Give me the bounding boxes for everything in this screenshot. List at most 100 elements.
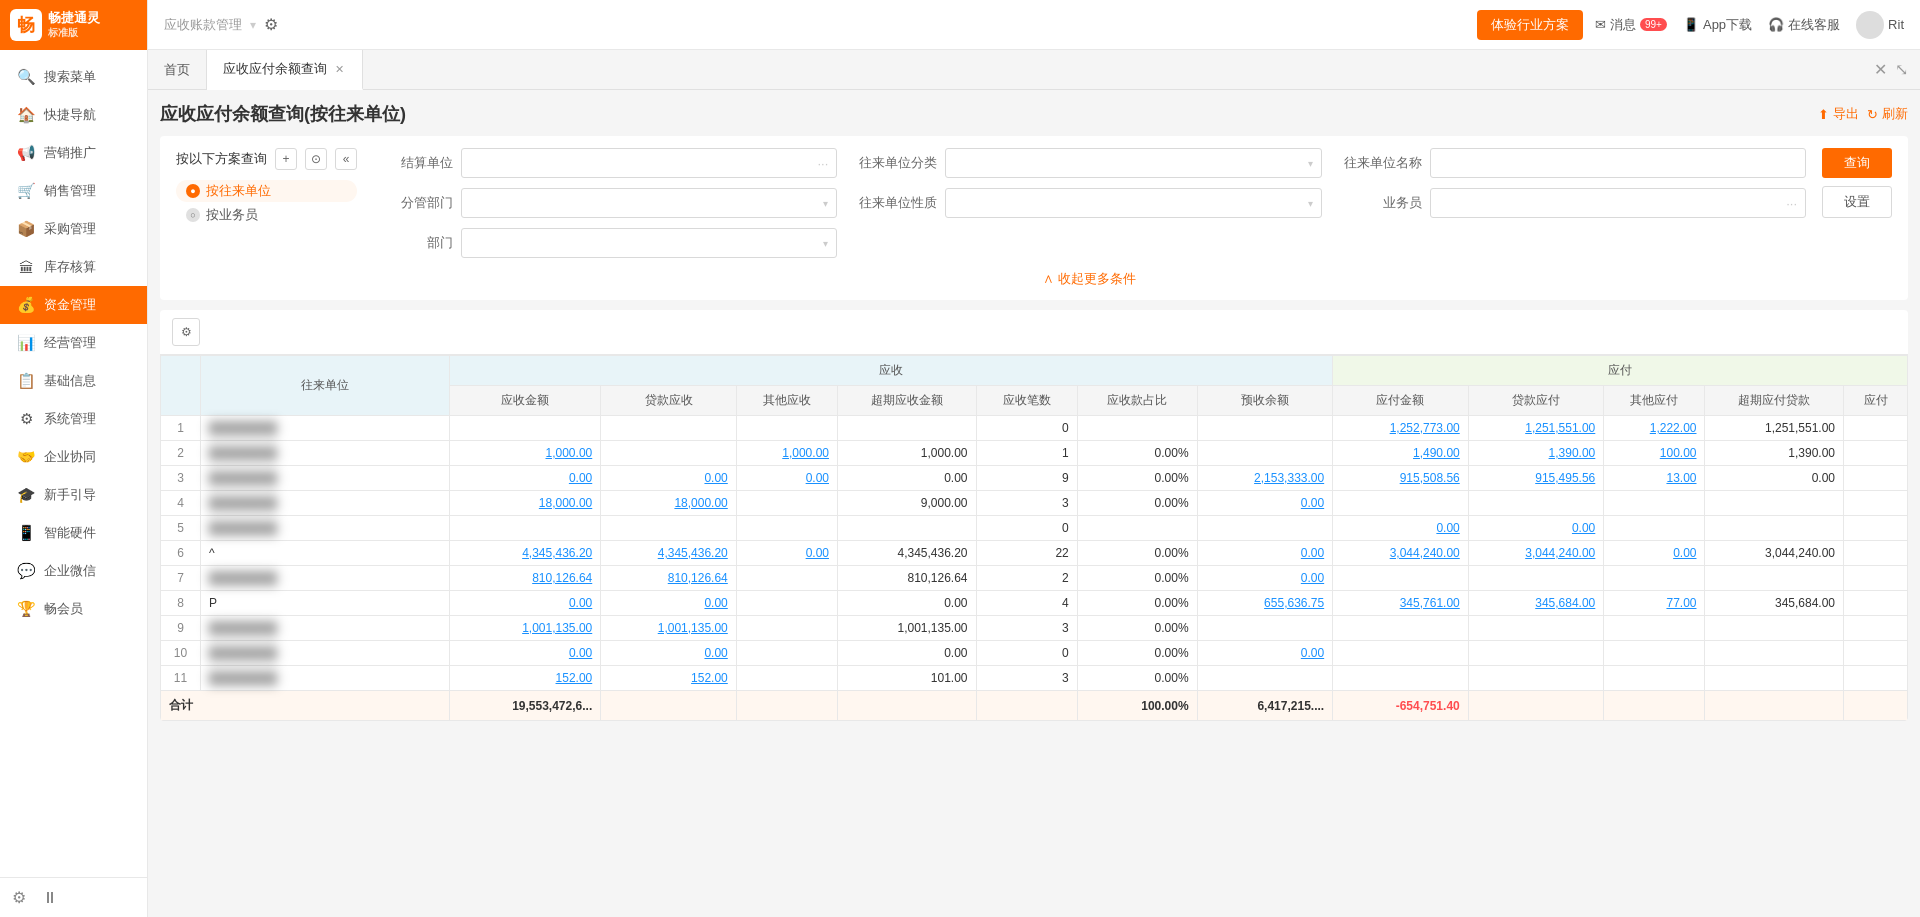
cell-ar-other: 0.00 [736,466,837,491]
cell-ar-amount: 4,345,436.20 [450,541,601,566]
tabbar-expand-btn[interactable]: ⤡ [1895,60,1908,79]
cell-ap-amount: 1,252,773.00 [1333,416,1469,441]
filter-settings-btn[interactable]: ⊙ [305,148,327,170]
filter-more-btn[interactable]: ∧ 收起更多条件 [373,266,1806,292]
export-icon: ⬆ [1818,107,1829,122]
dept-input[interactable]: ▾ [461,228,837,258]
sidebar-item-inventory[interactable]: 🏛 库存核算 [0,248,147,286]
table-row: 9 ████████ 1,001,135.00 1,001,135.00 1,0… [161,616,1908,641]
cell-ap-col [1844,666,1908,691]
ap-loan-link[interactable]: 1,251,551.00 [1525,421,1595,435]
cell-ar-ratio: 0.00% [1077,466,1197,491]
sidebar-item-member[interactable]: 🏆 畅会员 [0,590,147,628]
sidebar-item-label: 智能硬件 [44,524,96,542]
tab-close-btn[interactable]: ✕ [333,61,346,78]
sidebar-item-search-menu[interactable]: 🔍 搜索菜单 [0,58,147,96]
filter-add-btn[interactable]: + [275,148,297,170]
cell-ap-loan [1468,491,1604,516]
dept-admin-input[interactable]: ▾ [461,188,837,218]
tabbar-close-btn[interactable]: ✕ [1874,60,1887,79]
sidebar-item-label: 销售管理 [44,182,96,200]
sidebar-item-quick-nav[interactable]: 🏠 快捷导航 [0,96,147,134]
header-gear-btn[interactable]: ⚙ [264,15,278,34]
sidebar-item-smarthard[interactable]: 📱 智能硬件 [0,514,147,552]
sidebar-item-purchase[interactable]: 📦 采购管理 [0,210,147,248]
header-right: ✉ 消息 99+ 📱 App下载 🎧 在线客服 Rit [1595,11,1904,39]
filter-header: 按以下方案查询 + ⊙ « [176,148,357,170]
tab-home-label: 首页 [164,61,190,79]
table-scroll-container[interactable]: 往来单位 应收 应付 应收金额 贷款应收 其他应收 超期应收金额 应收笔数 应收… [160,355,1908,721]
sidebar-item-wechat[interactable]: 💬 企业微信 [0,552,147,590]
sidebar-item-label: 营销推广 [44,144,96,162]
partner-type-input[interactable]: ▾ [945,148,1321,178]
tab-ar-query[interactable]: 应收应付余额查询 ✕ [207,50,363,90]
filter-settings-action-btn[interactable]: 设置 [1822,186,1892,218]
ap-other-link[interactable]: 1,222.00 [1650,421,1697,435]
settlement-unit-label: 结算单位 [373,154,453,172]
sidebar-settings-btn[interactable]: ⚙ [12,888,26,907]
dept-label: 部门 [373,234,453,252]
settlement-unit-input[interactable]: ··· [461,148,837,178]
cell-name: ████████ [201,616,450,641]
sidebar-item-enterprise[interactable]: 🤝 企业协同 [0,438,147,476]
sidebar-item-newguide[interactable]: 🎓 新手引导 [0,476,147,514]
cell-ap-loan [1468,566,1604,591]
sidebar-item-label: 快捷导航 [44,106,96,124]
cell-ar-amount: 1,001,135.00 [450,616,601,641]
cell-ap-amount: 3,044,240.00 [1333,541,1469,566]
sidebar-item-sysadmin[interactable]: ⚙ 系统管理 [0,400,147,438]
table-footer-row: 合计 19,553,472,6... 100.00% 6,417,215....… [161,691,1908,721]
table-row: 8 P 0.00 0.00 0.00 4 0.00% 655,636.75 34… [161,591,1908,616]
message-btn[interactable]: ✉ 消息 99+ [1595,16,1667,34]
partner-name-input[interactable] [1430,148,1806,178]
partner-nature-input[interactable]: ▾ [945,188,1321,218]
scheme-partner[interactable]: ● 按往来单位 [176,180,357,202]
table-row: 11 ████████ 152.00 152.00 101.00 3 0.00% [161,666,1908,691]
query-btn[interactable]: 查询 [1822,148,1892,178]
sidebar-footer: ⚙ ⏸ [0,877,147,917]
scheme-list: ● 按往来单位 ○ 按业务员 [176,180,357,228]
header: 应收账款管理 ▾ ⚙ 体验行业方案 ✉ 消息 99+ 📱 App下载 🎧 在线客… [148,0,1920,50]
salesperson-input[interactable]: ··· [1430,188,1806,218]
cell-ar-loan: 0.00 [601,466,737,491]
cell-ap-loan: 3,044,240.00 [1468,541,1604,566]
sidebar-item-basicinfo[interactable]: 📋 基础信息 [0,362,147,400]
sidebar-item-finance[interactable]: 💰 资金管理 [0,286,147,324]
sidebar-collapse-btn[interactable]: ⏸ [42,889,58,907]
cell-name: ████████ [201,666,450,691]
cell-ap-amount [1333,666,1469,691]
cell-ar-count: 2 [976,566,1077,591]
filter-dept-admin: 分管部门 ▾ [373,188,837,218]
scheme-active-dot: ● [186,184,200,198]
tab-home[interactable]: 首页 [148,50,207,89]
sidebar-item-marketing[interactable]: 📢 营销推广 [0,134,147,172]
trial-btn[interactable]: 体验行业方案 [1477,10,1583,40]
cell-seq: 5 [161,516,201,541]
cell-name: ████████ [201,466,450,491]
partner-type-arrow: ▾ [1308,158,1313,169]
sidebar-item-operations[interactable]: 📊 经营管理 [0,324,147,362]
scheme-salesperson[interactable]: ○ 按业务员 [176,202,357,228]
user-menu[interactable]: Rit [1856,11,1904,39]
tabbar-right: ✕ ⤡ [1862,50,1920,89]
ap-amount-link[interactable]: 1,252,773.00 [1390,421,1460,435]
table-settings-btn[interactable]: ⚙ [172,318,200,346]
cell-ap-col [1844,441,1908,466]
refresh-icon: ↻ [1867,107,1878,122]
cell-ar-loan [601,416,737,441]
cell-ap-col [1844,641,1908,666]
sidebar-item-sales[interactable]: 🛒 销售管理 [0,172,147,210]
cell-ar-other [736,516,837,541]
export-btn[interactable]: ⬆ 导出 [1818,105,1859,123]
logo-sub: 标准版 [48,26,100,40]
cell-ap-loan [1468,616,1604,641]
app-download-btn[interactable]: 📱 App下载 [1683,16,1752,34]
online-service-btn[interactable]: 🎧 在线客服 [1768,16,1840,34]
cell-ap-loan: 0.00 [1468,516,1604,541]
filter-collapse-btn[interactable]: « [335,148,357,170]
refresh-btn[interactable]: ↻ 刷新 [1867,105,1908,123]
sidebar-item-label: 资金管理 [44,296,96,314]
cell-ar-loan: 0.00 [601,641,737,666]
wechat-icon: 💬 [16,562,36,580]
table-row: 2 ████████ 1,000.00 1,000.00 1,000.00 1 … [161,441,1908,466]
